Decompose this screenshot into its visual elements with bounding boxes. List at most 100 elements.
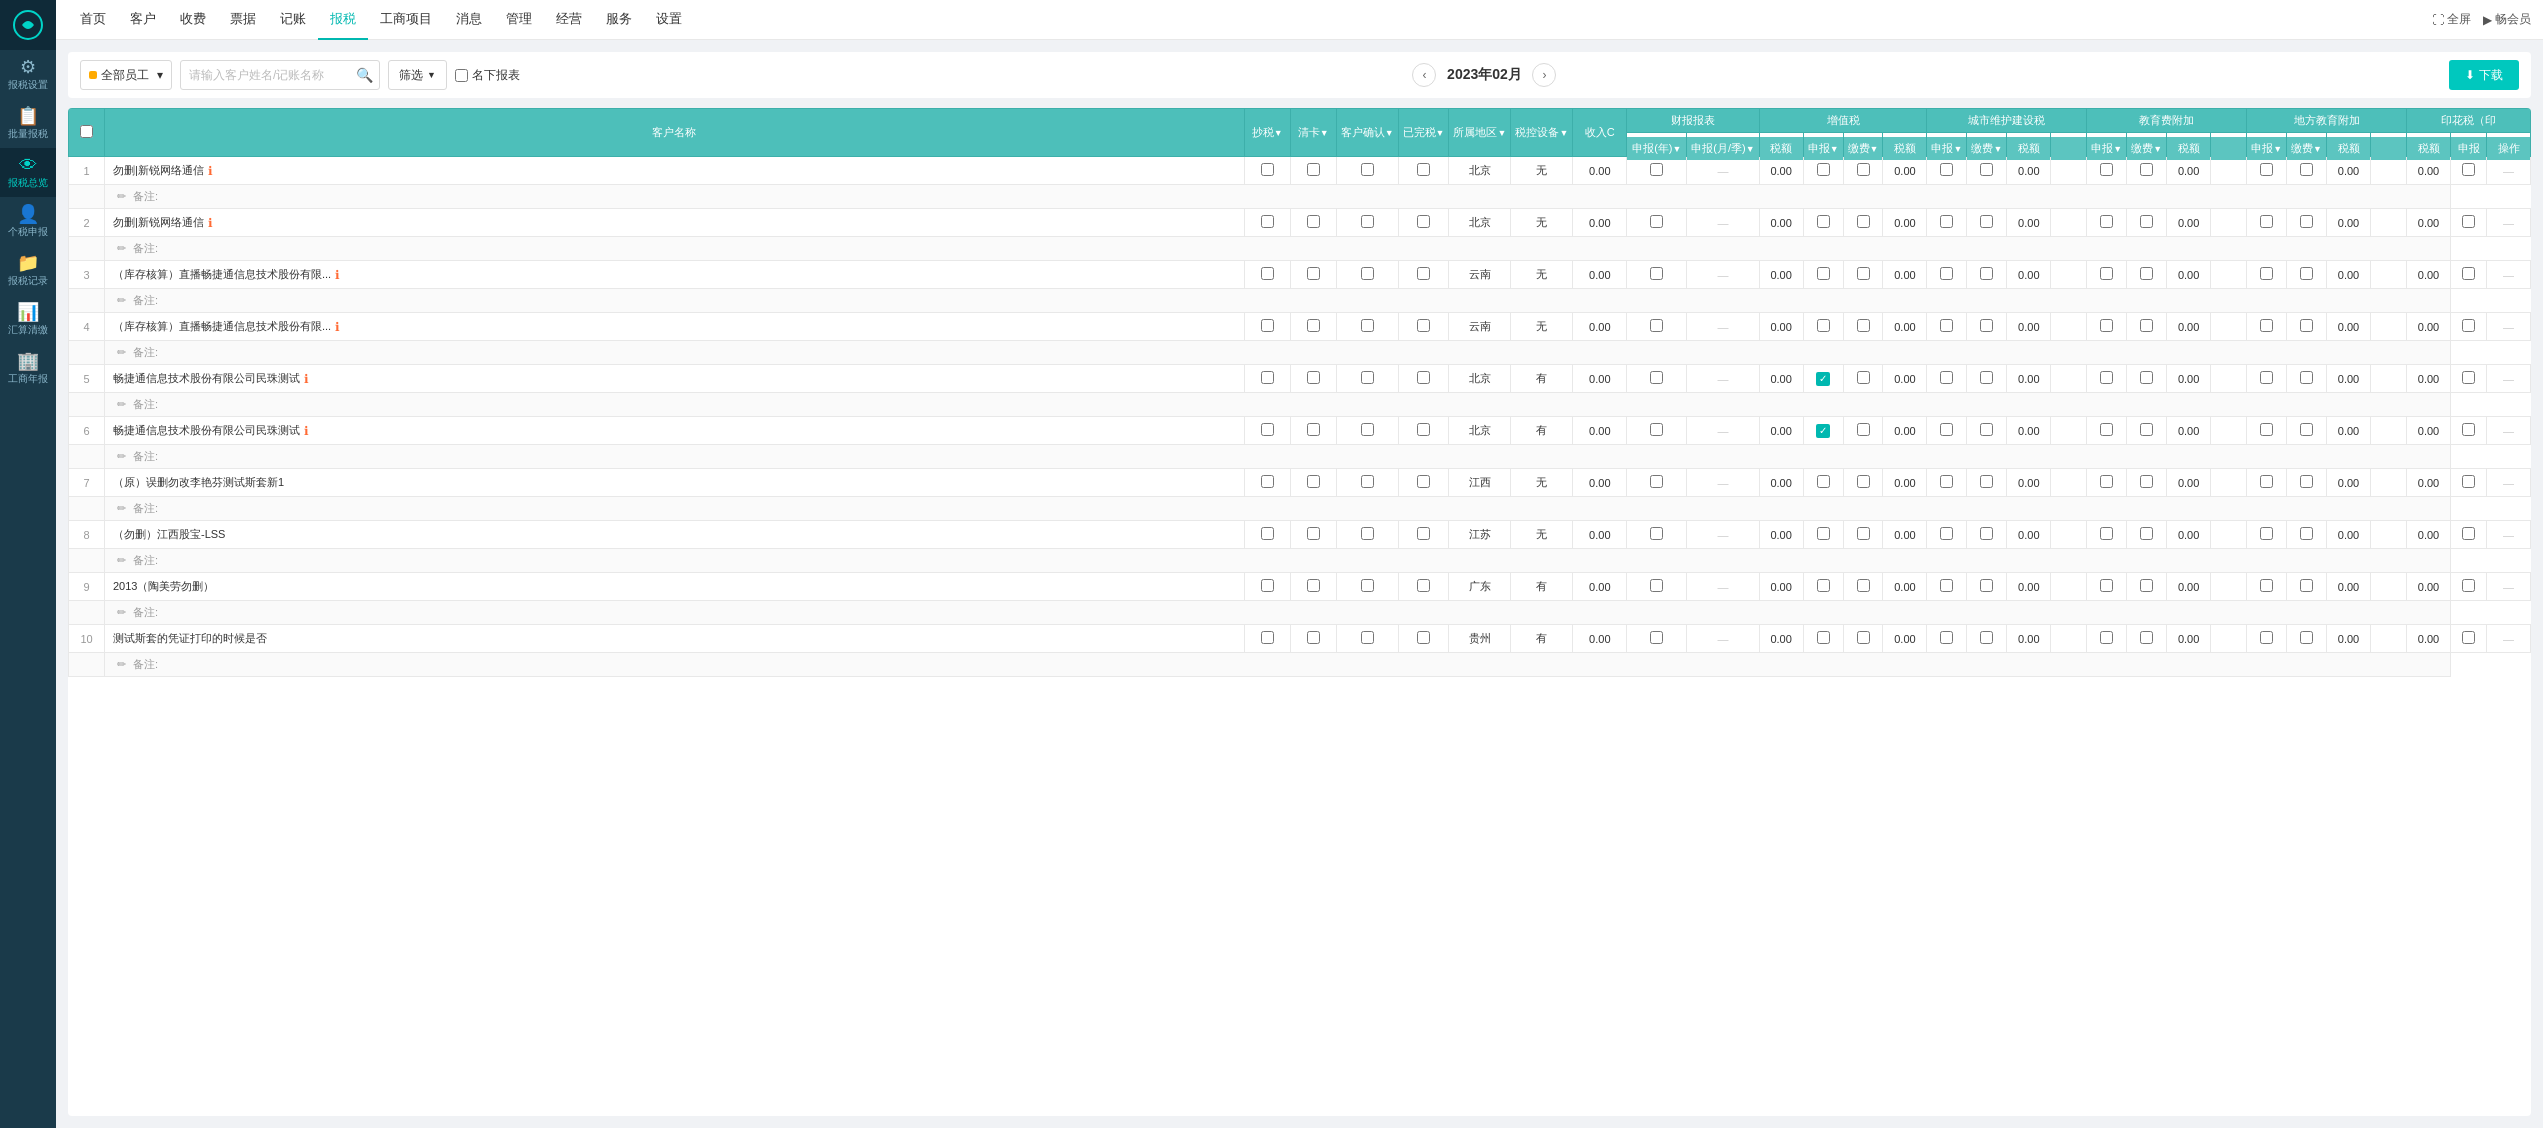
nav-customer[interactable]: 客户 bbox=[118, 0, 168, 40]
row-checkbox[interactable] bbox=[2260, 423, 2273, 436]
row-checkbox[interactable] bbox=[1940, 527, 1953, 540]
row-checkbox[interactable] bbox=[2462, 371, 2475, 384]
row-checkbox[interactable] bbox=[1817, 527, 1830, 540]
row-checkbox[interactable] bbox=[1261, 319, 1274, 332]
nav-bookkeeping[interactable]: 记账 bbox=[268, 0, 318, 40]
row-checkbox[interactable] bbox=[1940, 371, 1953, 384]
row-checkbox[interactable] bbox=[1817, 475, 1830, 488]
row-checkbox[interactable] bbox=[1857, 631, 1870, 644]
row-checkbox[interactable] bbox=[2260, 371, 2273, 384]
row-checkbox[interactable] bbox=[1857, 527, 1870, 540]
row-checkbox[interactable] bbox=[1307, 579, 1320, 592]
row-checkbox[interactable] bbox=[1940, 579, 1953, 592]
edit-note-icon[interactable]: ✏ bbox=[117, 294, 126, 306]
row-checkbox[interactable] bbox=[2260, 579, 2273, 592]
row-checkbox[interactable] bbox=[1857, 319, 1870, 332]
nav-settings[interactable]: 设置 bbox=[644, 0, 694, 40]
row-checkbox[interactable] bbox=[1940, 631, 1953, 644]
row-checkbox[interactable] bbox=[2140, 423, 2153, 436]
prev-month-btn[interactable]: ‹ bbox=[1412, 63, 1436, 87]
employee-filter[interactable]: 全部员工 ▾ bbox=[80, 60, 172, 90]
row-checkbox[interactable] bbox=[2260, 527, 2273, 540]
row-checkbox[interactable] bbox=[1361, 267, 1374, 280]
sidebar-item-huisuanqingjiao[interactable]: 📊 汇算清缴 bbox=[0, 295, 56, 344]
row-checkbox[interactable] bbox=[2300, 631, 2313, 644]
nav-manage[interactable]: 管理 bbox=[494, 0, 544, 40]
row-checkbox[interactable] bbox=[2100, 475, 2113, 488]
row-checkbox[interactable] bbox=[1857, 579, 1870, 592]
row-checkbox[interactable] bbox=[1857, 215, 1870, 228]
row-checkbox[interactable] bbox=[2100, 267, 2113, 280]
sidebar-item-geshuishenb[interactable]: 👤 个税申报 bbox=[0, 197, 56, 246]
row-checkbox[interactable] bbox=[1307, 267, 1320, 280]
row-checkbox[interactable] bbox=[2260, 631, 2273, 644]
row-checkbox[interactable] bbox=[1417, 319, 1430, 332]
row-checkbox[interactable] bbox=[2462, 475, 2475, 488]
row-checkbox[interactable] bbox=[1261, 371, 1274, 384]
row-checkbox[interactable] bbox=[1650, 527, 1663, 540]
nav-home[interactable]: 首页 bbox=[68, 0, 118, 40]
row-checkbox[interactable] bbox=[2100, 215, 2113, 228]
row-checkbox[interactable] bbox=[2140, 631, 2153, 644]
edit-note-icon[interactable]: ✏ bbox=[117, 346, 126, 358]
row-checkbox[interactable] bbox=[2462, 215, 2475, 228]
row-checkbox[interactable] bbox=[2260, 319, 2273, 332]
fullscreen-btn[interactable]: ⛶ 全屏 bbox=[2432, 11, 2471, 28]
row-checkbox[interactable] bbox=[2100, 423, 2113, 436]
nav-fee[interactable]: 收费 bbox=[168, 0, 218, 40]
row-checkbox[interactable] bbox=[1417, 215, 1430, 228]
row-checkbox[interactable] bbox=[1817, 163, 1830, 176]
row-checkbox[interactable] bbox=[1361, 631, 1374, 644]
row-checkbox[interactable] bbox=[1307, 371, 1320, 384]
row-checkbox[interactable] bbox=[2300, 319, 2313, 332]
table-container[interactable]: 客户名称 抄税▼ 清卡▼ 客户确认▼ 已完税▼ 所属地区▼ 税控设备▼ 收入C … bbox=[68, 108, 2531, 1116]
warning-icon[interactable]: ℹ bbox=[335, 268, 340, 282]
nav-message[interactable]: 消息 bbox=[444, 0, 494, 40]
row-checkbox[interactable] bbox=[1940, 215, 1953, 228]
sidebar-item-baoshuishezhi[interactable]: ⚙ 报税设置 bbox=[0, 50, 56, 99]
row-checkbox[interactable] bbox=[2140, 527, 2153, 540]
row-checkbox[interactable] bbox=[1650, 371, 1663, 384]
search-input[interactable] bbox=[181, 68, 349, 82]
row-checkbox[interactable] bbox=[1307, 319, 1320, 332]
edit-note-icon[interactable]: ✏ bbox=[117, 242, 126, 254]
warning-icon[interactable]: ℹ bbox=[304, 372, 309, 386]
row-checkbox[interactable] bbox=[2300, 423, 2313, 436]
row-checkbox[interactable] bbox=[2140, 163, 2153, 176]
named-report-checkbox[interactable]: 名下报表 bbox=[455, 67, 520, 84]
row-checkbox[interactable] bbox=[1261, 163, 1274, 176]
row-checkbox[interactable] bbox=[2140, 475, 2153, 488]
nav-service[interactable]: 服务 bbox=[594, 0, 644, 40]
row-checkbox[interactable] bbox=[1650, 319, 1663, 332]
sidebar-item-piliangbaoshui[interactable]: 📋 批量报税 bbox=[0, 99, 56, 148]
row-checkbox[interactable] bbox=[2260, 267, 2273, 280]
row-checkbox[interactable] bbox=[1857, 267, 1870, 280]
row-checkbox[interactable] bbox=[2140, 319, 2153, 332]
row-checkbox[interactable] bbox=[2300, 475, 2313, 488]
row-checkbox[interactable] bbox=[2260, 163, 2273, 176]
row-checkbox[interactable] bbox=[2462, 631, 2475, 644]
row-checkbox[interactable] bbox=[1261, 631, 1274, 644]
warning-icon[interactable]: ℹ bbox=[208, 216, 213, 230]
row-checkbox[interactable] bbox=[1857, 371, 1870, 384]
vip-btn[interactable]: ▶ 畅会员 bbox=[2483, 11, 2531, 28]
sidebar-item-gongshangnianbao[interactable]: 🏢 工商年报 bbox=[0, 344, 56, 393]
row-checkbox[interactable] bbox=[1261, 527, 1274, 540]
next-month-btn[interactable]: › bbox=[1532, 63, 1556, 87]
row-checkbox[interactable] bbox=[2462, 579, 2475, 592]
row-checkbox[interactable] bbox=[1361, 579, 1374, 592]
row-checkbox[interactable] bbox=[1817, 579, 1830, 592]
search-button[interactable]: 🔍 bbox=[349, 60, 379, 90]
row-checkbox[interactable] bbox=[1940, 319, 1953, 332]
row-checkbox[interactable] bbox=[1417, 579, 1430, 592]
row-checkbox[interactable] bbox=[1650, 579, 1663, 592]
row-checkbox[interactable] bbox=[1361, 163, 1374, 176]
row-checkbox[interactable] bbox=[2462, 163, 2475, 176]
row-checkbox[interactable] bbox=[1980, 631, 1993, 644]
row-checkbox[interactable] bbox=[1307, 527, 1320, 540]
row-checkbox[interactable] bbox=[1417, 267, 1430, 280]
warning-icon[interactable]: ℹ bbox=[335, 320, 340, 334]
row-checkbox[interactable] bbox=[1980, 215, 1993, 228]
row-checkbox[interactable] bbox=[1980, 371, 1993, 384]
row-checkbox[interactable] bbox=[1980, 267, 1993, 280]
